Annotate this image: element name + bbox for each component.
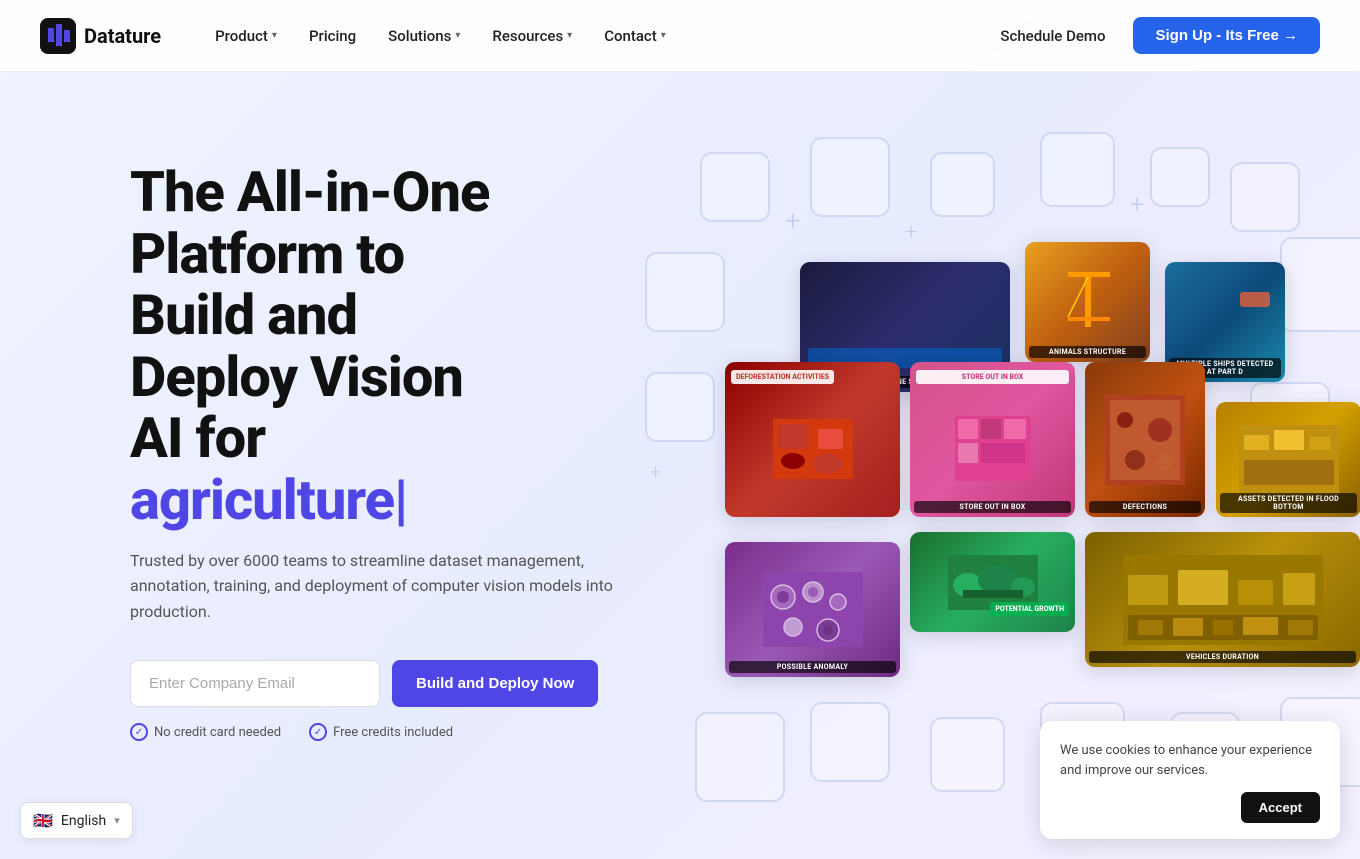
cookie-message: We use cookies to enhance your experienc… [1060,741,1320,780]
hero-title-animated: agriculture| [130,467,407,533]
chevron-down-icon: ▾ [567,30,572,41]
signup-button[interactable]: Sign Up - Its Free → [1133,17,1320,54]
grid-square [810,137,890,217]
image-card-vehicles: VEHICLES DURATION [1085,532,1360,667]
image-label: ASSETS DETECTED IN FLOOD BOTTOM [1220,493,1357,513]
image-card-anomaly: POSSIBLE ANOMALY [725,542,900,677]
flag-icon: 🇬🇧 [33,811,53,830]
grid-square [645,252,725,332]
grid-square [645,372,715,442]
language-label: English [61,813,106,829]
image-label: STORE OUT IN BOX [914,501,1071,513]
image-label: VEHICLES DURATION [1089,651,1356,663]
chevron-down-icon: ▾ [272,30,277,41]
image-label: POSSIBLE ANOMALY [729,661,896,673]
grid-square [695,712,785,802]
plus-icon: + [785,207,801,235]
chevron-down-icon: ▾ [661,30,666,41]
nav-links: Product ▾ Pricing Solutions ▾ Resources … [201,19,988,53]
nav-product[interactable]: Product ▾ [201,19,291,53]
image-card-crane: ANIMALS STRUCTURE [1025,242,1150,362]
chevron-down-icon: ▾ [114,814,120,827]
hero-visual: + + + + + DRONE SHOT ANIMALS STRUCTURE [640,132,1280,812]
hero-content: The All-in-One Platform to Build and Dep… [130,132,620,741]
hero-title: The All-in-One Platform to Build and Dep… [130,162,620,532]
language-selector[interactable]: 🇬🇧 English ▾ [20,802,133,839]
logo-text: Datature [84,24,161,48]
image-card-deforestation: DEFORESTATION ACTIVITIES [725,362,900,517]
grid-square [1040,132,1115,207]
navbar: Datature Product ▾ Pricing Solutions ▾ R… [0,0,1360,72]
nav-actions: Schedule Demo Sign Up - Its Free → [988,17,1320,54]
hero-badges: ✓ No credit card needed ✓ Free credits i… [130,723,620,741]
plus-icon: + [650,462,661,482]
nav-resources[interactable]: Resources ▾ [478,19,586,53]
grid-square [1230,162,1300,232]
badge-free-credits: ✓ Free credits included [309,723,453,741]
logo[interactable]: Datature [40,18,161,54]
hero-form: Build and Deploy Now [130,660,620,707]
image-card-defections: DEFECTIONS [1085,362,1205,517]
plus-icon: + [905,222,917,244]
nav-solutions[interactable]: Solutions ▾ [374,19,474,53]
image-card-urban: STORE OUT IN BOX STORE OUT IN BOX [910,362,1075,517]
cookie-accept-button[interactable]: Accept [1241,792,1320,823]
nav-pricing[interactable]: Pricing [295,19,370,53]
grid-square [930,152,995,217]
plus-icon: + [1130,192,1145,218]
image-card-flood: ASSETS DETECTED IN FLOOD BOTTOM [1216,402,1360,517]
chevron-down-icon: ▾ [455,30,460,41]
image-card-growth: POTENTIAL GROWTH [910,532,1075,632]
hero-subtitle: Trusted by over 6000 teams to streamline… [130,548,620,625]
grid-square [1280,237,1360,332]
badge-no-credit-card: ✓ No credit card needed [130,723,281,741]
nav-contact[interactable]: Contact ▾ [590,19,680,53]
schedule-demo-button[interactable]: Schedule Demo [988,19,1117,53]
check-icon: ✓ [130,723,148,741]
grid-square [1150,147,1210,207]
cta-button[interactable]: Build and Deploy Now [392,660,598,707]
cookie-banner: We use cookies to enhance your experienc… [1040,721,1340,839]
email-input[interactable] [130,660,380,707]
image-label: DEFECTIONS [1089,501,1201,513]
image-label: ANIMALS STRUCTURE [1029,346,1146,358]
grid-square [810,702,890,782]
grid-square [930,717,1005,792]
grid-square [700,152,770,222]
check-icon: ✓ [309,723,327,741]
